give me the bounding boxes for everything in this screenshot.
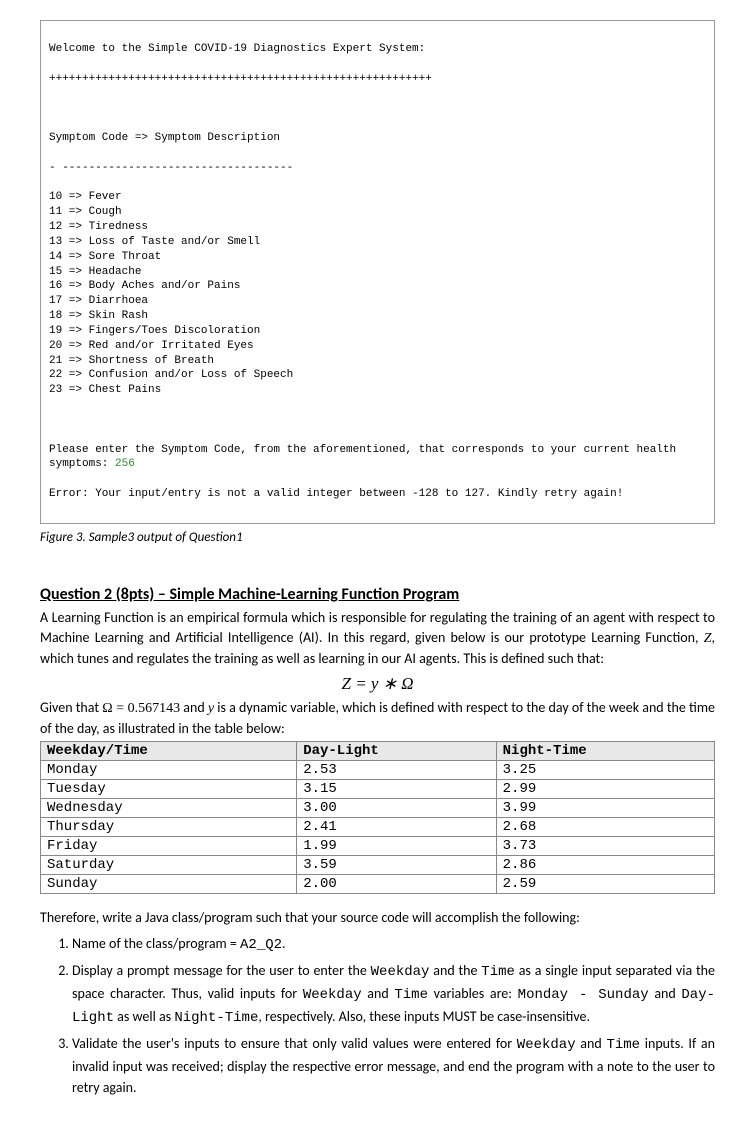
r3c: and bbox=[576, 1035, 607, 1052]
symptom-list: 10 => Fever11 => Cough12 => Tiredness13 … bbox=[49, 190, 706, 398]
console-blank bbox=[49, 101, 706, 116]
table-row: Tuesday3.152.99 bbox=[41, 780, 715, 799]
r2j: Monday - Sunday bbox=[518, 987, 649, 1003]
console-dashline: - ----------------------------------- bbox=[49, 161, 706, 176]
intro-text-1: A Learning Function is an empirical form… bbox=[40, 609, 715, 646]
class-name: A2_Q2 bbox=[240, 937, 282, 953]
r2h: Time bbox=[394, 987, 428, 1003]
r3a: Validate the user's inputs to ensure tha… bbox=[72, 1035, 517, 1052]
post-table-text: Therefore, write a Java class/program su… bbox=[40, 908, 715, 928]
weekday-time-table: Weekday/Time Day-Light Night-Time Monday… bbox=[40, 741, 715, 894]
omega-eq: Ω = 0.567143 bbox=[102, 701, 180, 716]
r2c: and the bbox=[429, 962, 481, 979]
symptom-line: 20 => Red and/or Irritated Eyes bbox=[49, 339, 706, 354]
question-heading: Question 2 (8pts) – Simple Machine-Learn… bbox=[40, 585, 715, 604]
r2g: and bbox=[362, 985, 395, 1002]
formula: Z = y ∗ Ω bbox=[40, 674, 715, 694]
symptom-line: 17 => Diarrhoea bbox=[49, 294, 706, 309]
table-cell: Saturday bbox=[41, 856, 297, 875]
table-cell: 3.73 bbox=[496, 837, 714, 856]
table-cell: 3.15 bbox=[297, 780, 496, 799]
table-cell: 3.00 bbox=[297, 799, 496, 818]
r2a: Display a prompt message for the user to… bbox=[72, 962, 371, 979]
figure-caption: Figure 3. Sample3 output of Question1 bbox=[40, 530, 715, 545]
given-paragraph: Given that Ω = 0.567143 and y is a dynam… bbox=[40, 698, 715, 740]
table-cell: Monday bbox=[41, 761, 297, 780]
table-row: Sunday2.002.59 bbox=[41, 875, 715, 894]
table-cell: Thursday bbox=[41, 818, 297, 837]
intro-paragraph: A Learning Function is an empirical form… bbox=[40, 608, 715, 670]
symptom-line: 21 => Shortness of Breath bbox=[49, 354, 706, 369]
r3b: Weekday bbox=[517, 1037, 576, 1053]
symptom-line: 10 => Fever bbox=[49, 190, 706, 205]
console-header: Symptom Code => Symptom Description bbox=[49, 131, 706, 146]
table-cell: 2.86 bbox=[496, 856, 714, 875]
r1a: Name of the class/program = bbox=[72, 935, 240, 952]
console-prompt-line: Please enter the Symptom Code, from the … bbox=[49, 443, 706, 473]
symptom-line: 14 => Sore Throat bbox=[49, 250, 706, 265]
table-cell: 1.99 bbox=[297, 837, 496, 856]
table-cell: Tuesday bbox=[41, 780, 297, 799]
requirement-1: Name of the class/program = A2_Q2. bbox=[72, 933, 715, 956]
symptom-line: 22 => Confusion and/or Loss of Speech bbox=[49, 368, 706, 383]
symptom-line: 13 => Loss of Taste and/or Smell bbox=[49, 235, 706, 250]
r1c: . bbox=[282, 935, 286, 952]
requirements-list: Name of the class/program = A2_Q2. Displ… bbox=[40, 933, 715, 1098]
table-cell: 2.53 bbox=[297, 761, 496, 780]
table-row: Friday1.993.73 bbox=[41, 837, 715, 856]
r2o: , respectively. Also, these inputs MUST … bbox=[258, 1008, 590, 1025]
given-2: and bbox=[180, 699, 208, 716]
r2k: and bbox=[649, 985, 682, 1002]
symptom-line: 16 => Body Aches and/or Pains bbox=[49, 279, 706, 294]
table-cell: 3.25 bbox=[496, 761, 714, 780]
given-1: Given that bbox=[40, 699, 102, 716]
table-cell: 2.99 bbox=[496, 780, 714, 799]
user-input: 256 bbox=[115, 458, 135, 470]
console-welcome: Welcome to the Simple COVID-19 Diagnosti… bbox=[49, 42, 706, 57]
symptom-line: 11 => Cough bbox=[49, 205, 706, 220]
symptom-line: 18 => Skin Rash bbox=[49, 309, 706, 324]
console-output: Welcome to the Simple COVID-19 Diagnosti… bbox=[40, 20, 715, 524]
table-cell: Sunday bbox=[41, 875, 297, 894]
table-cell: 2.41 bbox=[297, 818, 496, 837]
th-daylight: Day-Light bbox=[297, 742, 496, 761]
table-row: Wednesday3.003.99 bbox=[41, 799, 715, 818]
symptom-line: 23 => Chest Pains bbox=[49, 383, 706, 398]
console-error: Error: Your input/entry is not a valid i… bbox=[49, 487, 706, 502]
r2i: variables are: bbox=[428, 985, 518, 1002]
table-cell: 3.59 bbox=[297, 856, 496, 875]
r3d: Time bbox=[606, 1037, 640, 1053]
r2n: Night-Time bbox=[174, 1010, 258, 1026]
requirement-2: Display a prompt message for the user to… bbox=[72, 960, 715, 1029]
table-row: Thursday2.412.68 bbox=[41, 818, 715, 837]
r2d: Time bbox=[481, 964, 515, 980]
th-nighttime: Night-Time bbox=[496, 742, 714, 761]
console-blank2 bbox=[49, 413, 706, 428]
table-row: Monday2.533.25 bbox=[41, 761, 715, 780]
console-prompt: Please enter the Symptom Code, from the … bbox=[49, 444, 683, 471]
symptom-line: 15 => Headache bbox=[49, 265, 706, 280]
table-header-row: Weekday/Time Day-Light Night-Time bbox=[41, 742, 715, 761]
table-cell: 2.68 bbox=[496, 818, 714, 837]
table-cell: Friday bbox=[41, 837, 297, 856]
table-cell: Wednesday bbox=[41, 799, 297, 818]
th-weekday: Weekday/Time bbox=[41, 742, 297, 761]
z-var: Z bbox=[704, 631, 712, 646]
symptom-line: 19 => Fingers/Toes Discoloration bbox=[49, 324, 706, 339]
console-plusline: ++++++++++++++++++++++++++++++++++++++++… bbox=[49, 72, 706, 87]
table-cell: 3.99 bbox=[496, 799, 714, 818]
table-cell: 2.00 bbox=[297, 875, 496, 894]
r2b: Weekday bbox=[371, 964, 430, 980]
table-row: Saturday3.592.86 bbox=[41, 856, 715, 875]
table-cell: 2.59 bbox=[496, 875, 714, 894]
r2m: as well as bbox=[114, 1008, 174, 1025]
symptom-line: 12 => Tiredness bbox=[49, 220, 706, 235]
requirement-3: Validate the user's inputs to ensure tha… bbox=[72, 1033, 715, 1098]
r2f: Weekday bbox=[303, 987, 362, 1003]
